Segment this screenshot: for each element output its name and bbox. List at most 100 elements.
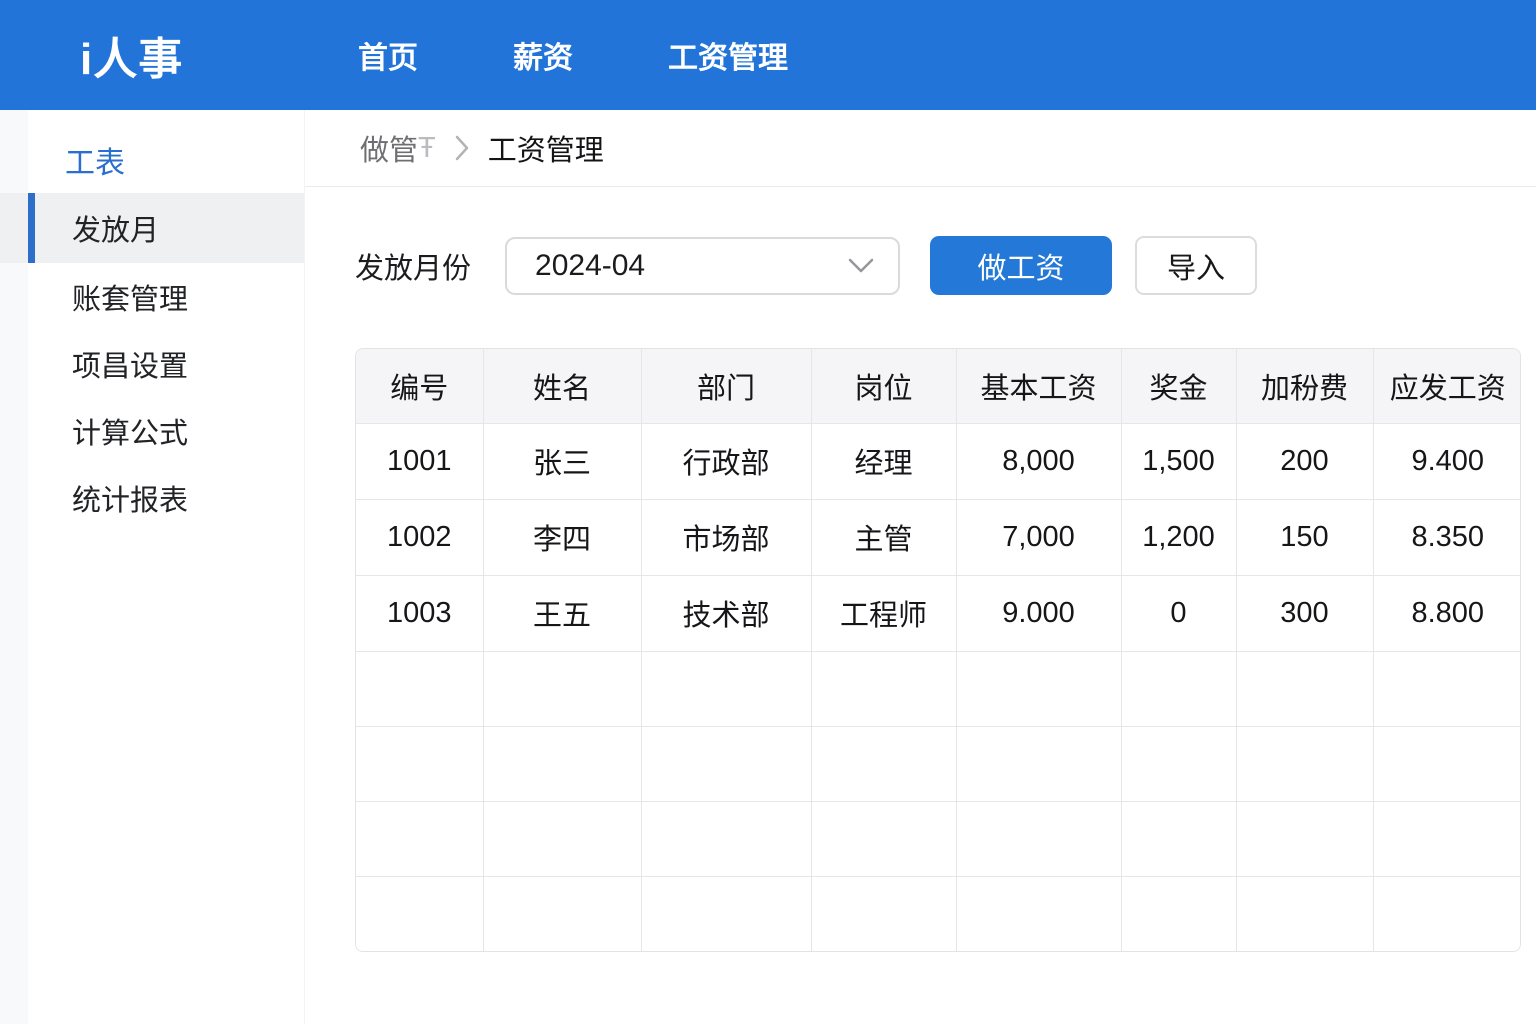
sidebar-item-label: 项昌设置 [72, 350, 189, 383]
sidebar-item-account-set-management[interactable]: 账套管理 [0, 263, 304, 330]
table-cell-empty [356, 876, 484, 951]
make-payroll-button[interactable]: 做工资 [930, 236, 1113, 295]
table-cell: 1,200 [1121, 499, 1237, 576]
sidebar: 工表 发放月 账套管理 项昌设置 计算公式 统计报表 [0, 110, 305, 1024]
column-header-position: 岗位 [811, 349, 957, 424]
breadcrumb-parent[interactable]: 做管 [360, 127, 418, 169]
table-cell-empty [641, 726, 812, 802]
breadcrumb-current: 工资管理 [487, 135, 604, 167]
table-body: 1001 张三 行政部 经理 8,000 1,500 200 9.400 100… [356, 423, 1520, 951]
payout-month-select[interactable]: 2024-04 [505, 236, 901, 295]
payroll-table: 编号 姓名 部门 岗位 基本工资 奖金 加秎费 应发工资 1001 张三 行政部 [355, 348, 1521, 952]
table-cell: 1003 [356, 575, 484, 652]
column-header-base-salary: 基本工资 [956, 349, 1122, 424]
table-cell: 7,000 [956, 499, 1122, 576]
table-cell-empty [811, 801, 957, 877]
table-cell: 9.000 [956, 575, 1122, 652]
table-cell-empty [483, 651, 642, 727]
table-cell: 8.350 [1373, 499, 1520, 576]
table-cell: 1,500 [1121, 423, 1237, 500]
payout-month-label: 发放月份 [355, 252, 472, 285]
table-header-row: 编号 姓名 部门 岗位 基本工资 奖金 加秎费 应发工资 [356, 349, 1520, 424]
table-cell-empty [356, 726, 484, 802]
sidebar-item-label: 计算公式 [72, 417, 189, 450]
table-cell-empty [1236, 726, 1374, 802]
table-cell-empty [811, 651, 957, 727]
column-header-bonus: 奖金 [1121, 349, 1237, 424]
table-cell: 0 [1121, 575, 1237, 652]
table-cell: 市场部 [641, 499, 812, 576]
table-cell-empty [1373, 651, 1520, 727]
sidebar-section-payroll-sheet[interactable]: 工表 [65, 132, 304, 188]
table-cell-empty [956, 801, 1122, 877]
table-cell-empty [956, 651, 1122, 727]
table-cell: 1001 [356, 423, 484, 500]
app-logo: i人事 [80, 35, 184, 84]
table-cell-empty [1121, 651, 1237, 727]
table-cell-empty [1121, 726, 1237, 802]
sidebar-item-calculation-formula[interactable]: 计算公式 [0, 397, 304, 464]
table-cell-empty [356, 801, 484, 877]
table-row: 1001 张三 行政部 经理 8,000 1,500 200 9.400 [356, 423, 1520, 500]
sidebar-item-statistics-report[interactable]: 统计报表 [0, 464, 304, 531]
table-cell: 技术部 [641, 575, 812, 652]
sidebar-item-item-settings[interactable]: 项昌设置 [0, 330, 304, 397]
table-cell-empty [483, 726, 642, 802]
topbar: i人事 首页 薪资 工资管理 [0, 0, 1536, 110]
column-header-overtime-pay: 加秎费 [1236, 349, 1374, 424]
sidebar-item-label: 账套管理 [72, 283, 189, 316]
column-header-gross-pay: 应发工资 [1373, 349, 1520, 424]
breadcrumb-parent-faded: Ŧ [418, 131, 436, 164]
table-cell-empty [356, 651, 484, 727]
table-cell-empty [641, 876, 812, 951]
page-body: 工表 发放月 账套管理 项昌设置 计算公式 统计报表 做管 Ŧ 工资管理 发放月… [0, 110, 1536, 1024]
table-cell-empty [811, 726, 957, 802]
nav-item-payroll-management[interactable]: 工资管理 [668, 33, 788, 77]
nav-item-home[interactable]: 首页 [358, 33, 418, 77]
table-row-empty [356, 801, 1520, 877]
table-cell-empty [1236, 876, 1374, 951]
table-cell: 工程师 [811, 575, 957, 652]
table-cell: 经理 [811, 423, 957, 500]
table-cell-empty [956, 876, 1122, 951]
breadcrumb: 做管 Ŧ 工资管理 [305, 110, 1536, 187]
table-cell: 8.800 [1373, 575, 1520, 652]
column-header-id: 编号 [356, 349, 484, 424]
main-content: 做管 Ŧ 工资管理 发放月份 2024-04 做工资 导入 编号 姓名 部门 岗… [305, 110, 1536, 1024]
table-cell-empty [1236, 651, 1374, 727]
table-cell-empty [641, 651, 812, 727]
column-header-name: 姓名 [483, 349, 642, 424]
column-header-department: 部门 [641, 349, 812, 424]
table-cell: 150 [1236, 499, 1374, 576]
table-row-empty [356, 876, 1520, 951]
chevron-down-icon [848, 258, 874, 274]
table-cell: 300 [1236, 575, 1374, 652]
table-cell: 8,000 [956, 423, 1122, 500]
table-cell-empty [1121, 801, 1237, 877]
nav-item-salary[interactable]: 薪资 [513, 33, 573, 77]
table-row-empty [356, 651, 1520, 727]
table-cell-empty [1236, 801, 1374, 877]
chevron-right-icon [454, 134, 470, 162]
table-cell-empty [641, 801, 812, 877]
active-indicator-bar [28, 193, 35, 263]
import-button[interactable]: 导入 [1135, 236, 1258, 295]
table-row-empty [356, 726, 1520, 802]
table-cell-empty [483, 876, 642, 951]
sidebar-item-payout-month[interactable]: 发放月 [0, 193, 304, 263]
table-cell-empty [483, 801, 642, 877]
table-cell-empty [956, 726, 1122, 802]
payroll-toolbar: 发放月份 2024-04 做工资 导入 [305, 236, 1536, 295]
table-cell-empty [1121, 876, 1237, 951]
table-cell-empty [1373, 801, 1520, 877]
top-navigation: 首页 薪资 工资管理 [358, 0, 788, 110]
table-row: 1002 李四 市场部 主管 7,000 1,200 150 8.350 [356, 499, 1520, 576]
table-cell: 张三 [483, 423, 642, 500]
sidebar-item-label: 统计报表 [72, 484, 189, 517]
table-cell: 主管 [811, 499, 957, 576]
sidebar-item-label: 发放月 [72, 215, 160, 247]
payout-month-value: 2024-04 [535, 248, 646, 282]
table-cell: 1002 [356, 499, 484, 576]
table-cell-empty [811, 876, 957, 951]
table-cell: 9.400 [1373, 423, 1520, 500]
